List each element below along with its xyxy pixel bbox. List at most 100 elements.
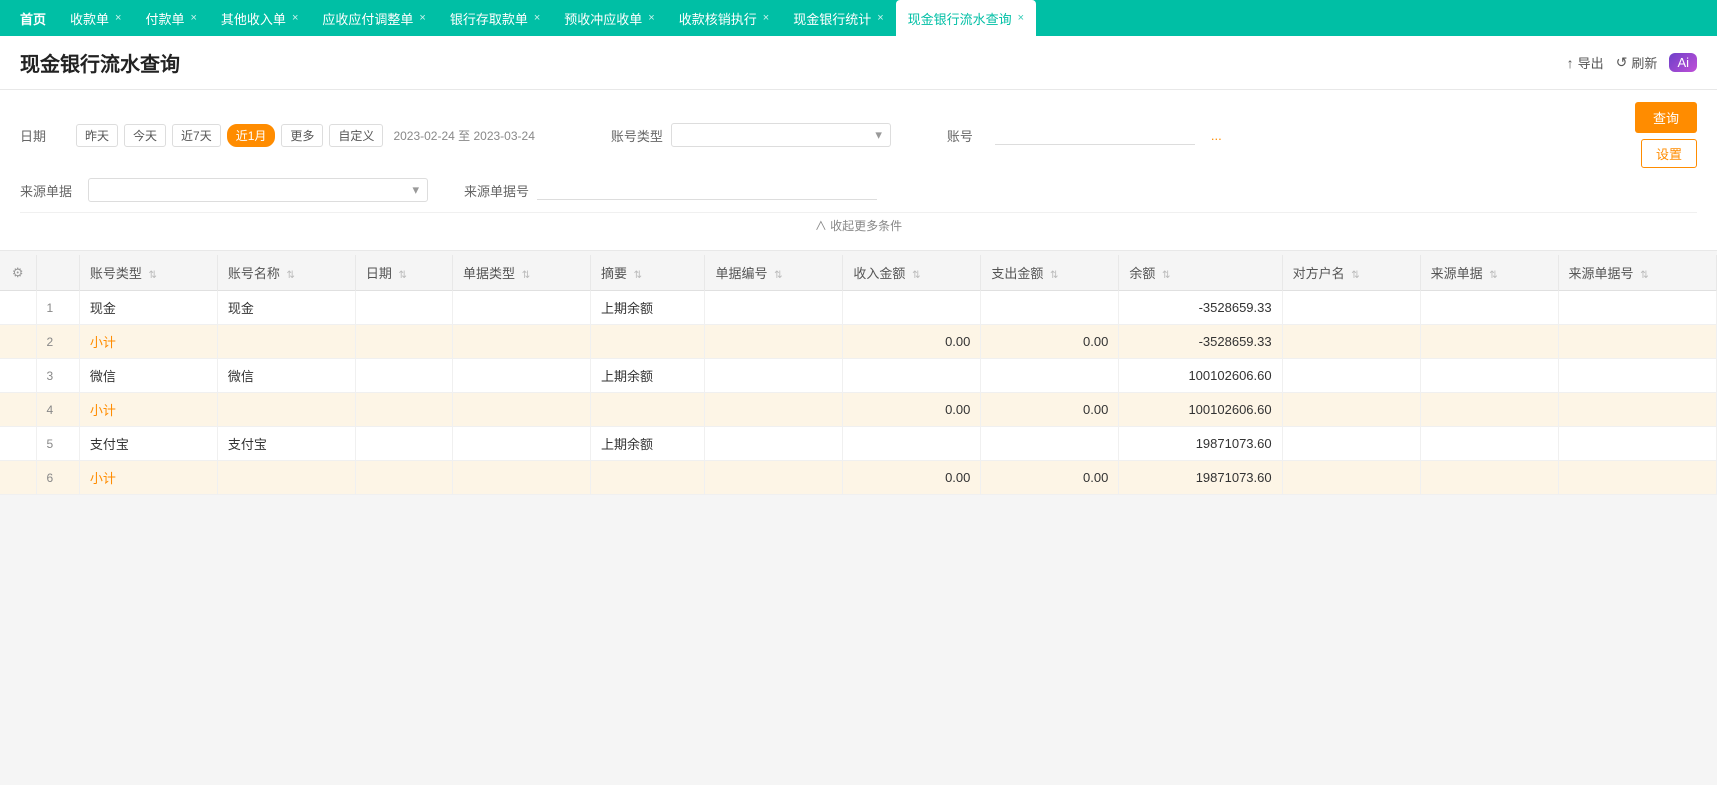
row-source-doc <box>1420 359 1558 393</box>
main-table: ⚙ 账号类型 ⇅ 账号名称 ⇅ 日期 ⇅ 单据类型 ⇅ <box>0 255 1717 495</box>
row-balance: -3528659.33 <box>1119 291 1282 325</box>
row-num: 4 <box>36 393 79 427</box>
col-source-doc-no[interactable]: 来源单据号 ⇅ <box>1558 255 1716 291</box>
query-button[interactable]: 查询 <box>1635 102 1697 133</box>
close-icon[interactable]: × <box>419 12 425 24</box>
close-icon[interactable]: × <box>292 12 298 24</box>
row-account-name <box>217 461 355 495</box>
close-icon[interactable]: × <box>1018 12 1024 24</box>
row-account-type: 现金 <box>79 291 217 325</box>
account-input[interactable] <box>995 125 1195 144</box>
source-doc-no-wrap <box>537 180 877 200</box>
filter-row-source: 来源单据 ▾ 来源单据号 <box>20 178 1697 202</box>
row-expense <box>981 359 1119 393</box>
col-gear[interactable]: ⚙ <box>0 255 36 291</box>
date-label: 日期 <box>20 126 60 145</box>
close-icon[interactable]: × <box>648 12 654 24</box>
account-more-btn[interactable]: ... <box>1211 128 1222 143</box>
col-summary[interactable]: 摘要 ⇅ <box>591 255 705 291</box>
row-date <box>355 393 452 427</box>
row-date <box>355 359 452 393</box>
row-num: 5 <box>36 427 79 461</box>
source-doc-label: 来源单据 <box>20 181 72 200</box>
nav-tab-shoukuandan[interactable]: 收款单 × <box>58 0 133 36</box>
sort-icon: ⇅ <box>1162 270 1170 281</box>
col-date[interactable]: 日期 ⇅ <box>355 255 452 291</box>
sort-icon: ⇅ <box>1050 270 1058 281</box>
row-account-type: 小计 <box>79 393 217 427</box>
nav-tab-yingshouyingfu[interactable]: 应收应付调整单 × <box>310 0 437 36</box>
collapse-bar[interactable]: ∧ 收起更多条件 <box>20 212 1697 238</box>
row-gear <box>0 427 36 461</box>
row-source-doc <box>1420 393 1558 427</box>
collapse-label: 收起更多条件 <box>830 219 902 233</box>
date-yesterday[interactable]: 昨天 <box>76 124 118 147</box>
col-doc-no[interactable]: 单据编号 ⇅ <box>705 255 843 291</box>
row-source-doc <box>1420 291 1558 325</box>
date-7days[interactable]: 近7天 <box>172 124 221 147</box>
col-counterpart[interactable]: 对方户名 ⇅ <box>1282 255 1420 291</box>
nav-tab-yinhangcunqu[interactable]: 银行存取款单 × <box>438 0 552 36</box>
date-today[interactable]: 今天 <box>124 124 166 147</box>
account-type-select[interactable]: ▾ <box>671 123 891 147</box>
col-source-doc[interactable]: 来源单据 ⇅ <box>1420 255 1558 291</box>
date-more[interactable]: 更多 <box>281 124 323 147</box>
nav-home[interactable]: 首页 <box>8 0 58 36</box>
row-source-doc-no <box>1558 291 1716 325</box>
setting-button[interactable]: 设置 <box>1641 139 1697 168</box>
date-options: 昨天 今天 近7天 近1月 更多 自定义 2023-02-24 至 2023-0… <box>76 124 535 147</box>
table-wrap: ⚙ 账号类型 ⇅ 账号名称 ⇅ 日期 ⇅ 单据类型 ⇅ <box>0 255 1717 495</box>
export-button[interactable]: ↑ 导出 <box>1567 53 1604 72</box>
row-income: 0.00 <box>843 393 981 427</box>
table-header-row: ⚙ 账号类型 ⇅ 账号名称 ⇅ 日期 ⇅ 单据类型 ⇅ <box>0 255 1717 291</box>
col-account-type[interactable]: 账号类型 ⇅ <box>79 255 217 291</box>
sort-icon: ⇅ <box>1640 270 1648 281</box>
source-doc-arrow-icon: ▾ <box>412 182 419 198</box>
close-icon[interactable]: × <box>190 12 196 24</box>
close-icon[interactable]: × <box>763 12 769 24</box>
account-input-wrap <box>995 125 1195 145</box>
col-income[interactable]: 收入金额 ⇅ <box>843 255 981 291</box>
sort-icon: ⇅ <box>522 270 530 281</box>
row-summary <box>591 325 705 359</box>
header-actions: ↑ 导出 ↺ 刷新 Ai <box>1567 53 1697 72</box>
row-expense: 0.00 <box>981 393 1119 427</box>
ai-button[interactable]: Ai <box>1669 53 1697 72</box>
source-doc-select[interactable]: ▾ <box>88 178 428 202</box>
nav-tab-qitashouru[interactable]: 其他收入单 × <box>209 0 310 36</box>
source-doc-no-input[interactable] <box>537 180 877 199</box>
row-doc-no <box>705 325 843 359</box>
row-income <box>843 427 981 461</box>
col-expense[interactable]: 支出金额 ⇅ <box>981 255 1119 291</box>
close-icon[interactable]: × <box>115 12 121 24</box>
nav-tab-shoukuanhexiao[interactable]: 收款核销执行 × <box>667 0 781 36</box>
sort-icon: ⇅ <box>1351 270 1359 281</box>
nav-tab-fukuandan[interactable]: 付款单 × <box>133 0 208 36</box>
row-gear <box>0 325 36 359</box>
close-icon[interactable]: × <box>534 12 540 24</box>
table-row: 3微信微信上期余额100102606.60 <box>0 359 1717 393</box>
row-date <box>355 291 452 325</box>
row-doc-type <box>453 325 591 359</box>
row-doc-type <box>453 291 591 325</box>
nav-tab-yushou[interactable]: 预收冲应收单 × <box>552 0 666 36</box>
account-type-label: 账号类型 <box>611 126 663 145</box>
col-account-name[interactable]: 账号名称 ⇅ <box>217 255 355 291</box>
sort-icon: ⇅ <box>634 270 642 281</box>
nav-tab-xianjinyinhang-stat[interactable]: 现金银行统计 × <box>781 0 895 36</box>
row-date <box>355 325 452 359</box>
row-source-doc-no <box>1558 359 1716 393</box>
row-summary <box>591 393 705 427</box>
sort-icon: ⇅ <box>912 270 920 281</box>
nav-tab-xianjin-query[interactable]: 现金银行流水查询 × <box>896 0 1036 36</box>
refresh-button[interactable]: ↺ 刷新 <box>1616 53 1658 72</box>
close-icon[interactable]: × <box>877 12 883 24</box>
col-balance[interactable]: 余额 ⇅ <box>1119 255 1282 291</box>
col-doc-type[interactable]: 单据类型 ⇅ <box>453 255 591 291</box>
gear-icon[interactable]: ⚙ <box>12 265 24 280</box>
date-1month[interactable]: 近1月 <box>227 124 276 147</box>
row-account-name: 支付宝 <box>217 427 355 461</box>
dropdown-arrow-icon: ▾ <box>875 127 882 143</box>
refresh-icon: ↺ <box>1616 54 1628 71</box>
date-custom[interactable]: 自定义 <box>329 124 383 147</box>
